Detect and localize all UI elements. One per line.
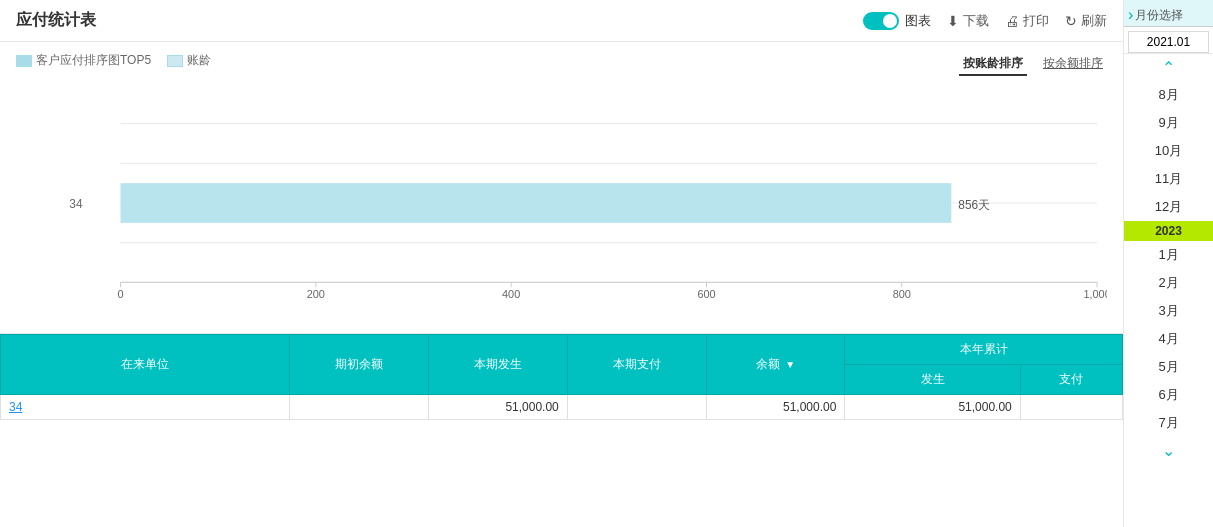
table-row: 34 51,000.00 51,000.00 51,000.00 (1, 395, 1123, 420)
sidebar-year-2023[interactable]: 2023 (1124, 221, 1213, 241)
download-icon: ⬇ (947, 13, 959, 29)
print-button[interactable]: 🖨 打印 (1005, 12, 1049, 30)
sidebar-month-3[interactable]: 3月 (1124, 297, 1213, 325)
cell-balance: 51,000.00 (706, 395, 845, 420)
chevron-right-icon: › (1128, 6, 1133, 24)
sidebar-month-1[interactable]: 1月 (1124, 241, 1213, 269)
legend-item-2: 账龄 (167, 52, 211, 69)
cell-unit[interactable]: 34 (1, 395, 290, 420)
chart-section: 客户应付排序图TOP5 账龄 按账龄排序 按余额排序 34 (0, 42, 1123, 333)
sidebar-nav: ⌃ 8月 9月 10月 11月 12月 2023 1月 2月 3月 4月 5月 … (1124, 54, 1213, 464)
svg-text:600: 600 (697, 288, 715, 300)
col-year-cumulative: 本年累计 (845, 335, 1123, 365)
svg-text:34: 34 (69, 197, 83, 211)
sidebar-month-9[interactable]: 9月 (1124, 109, 1213, 137)
sidebar-month-7[interactable]: 7月 (1124, 409, 1213, 437)
col-balance: 余额 ▼ (706, 335, 845, 395)
page-title: 应付统计表 (16, 10, 96, 31)
col-unit: 在来单位 (1, 335, 290, 395)
sidebar-month-12[interactable]: 12月 (1124, 193, 1213, 221)
sort-tab-balance[interactable]: 按余额排序 (1039, 53, 1107, 76)
chart-toggle-wrap: 图表 (863, 12, 931, 30)
sort-tabs: 按账龄排序 按余额排序 (959, 53, 1107, 76)
col-bp-pay: 本期支付 (567, 335, 706, 395)
legend-color-1 (16, 55, 32, 67)
svg-text:800: 800 (893, 288, 911, 300)
legend-item-1: 客户应付排序图TOP5 (16, 52, 151, 69)
cell-bp-pay (567, 395, 706, 420)
svg-text:400: 400 (502, 288, 520, 300)
sidebar: › 月份选择 ⌃ 8月 9月 10月 11月 12月 2023 1月 2月 3月… (1123, 0, 1213, 527)
table-section: 在来单位 期初余额 本期发生 本期支付 余额 ▼ 本年累计 发生 支付 (0, 333, 1123, 527)
sidebar-scroll[interactable]: ⌃ 8月 9月 10月 11月 12月 2023 1月 2月 3月 4月 5月 … (1124, 54, 1213, 527)
svg-text:856天: 856天 (958, 198, 990, 212)
refresh-icon: ↻ (1065, 13, 1077, 29)
chart-legend: 客户应付排序图TOP5 账龄 (16, 52, 211, 69)
col-bp-occur: 本期发生 (428, 335, 567, 395)
sidebar-month-11[interactable]: 11月 (1124, 165, 1213, 193)
sidebar-month-5[interactable]: 5月 (1124, 353, 1213, 381)
svg-text:0: 0 (117, 288, 123, 300)
cell-year-occur: 51,000.00 (845, 395, 1020, 420)
sidebar-month-4[interactable]: 4月 (1124, 325, 1213, 353)
cell-qc-balance (290, 395, 429, 420)
cell-year-pay (1020, 395, 1122, 420)
table-header-row-1: 在来单位 期初余额 本期发生 本期支付 余额 ▼ 本年累计 (1, 335, 1123, 365)
sidebar-month-6[interactable]: 6月 (1124, 381, 1213, 409)
sidebar-month-10[interactable]: 10月 (1124, 137, 1213, 165)
sort-tab-age[interactable]: 按账龄排序 (959, 53, 1027, 76)
chart-bar (121, 183, 952, 223)
chart-toggle[interactable] (863, 12, 899, 30)
data-table: 在来单位 期初余额 本期发生 本期支付 余额 ▼ 本年累计 发生 支付 (0, 334, 1123, 420)
download-button[interactable]: ⬇ 下载 (947, 12, 989, 30)
col-year-pay: 支付 (1020, 365, 1122, 395)
header-actions: 图表 ⬇ 下载 🖨 打印 ↻ 刷新 (863, 12, 1107, 30)
refresh-button[interactable]: ↻ 刷新 (1065, 12, 1107, 30)
col-year-occur: 发生 (845, 365, 1020, 395)
svg-text:200: 200 (307, 288, 325, 300)
col-qc-balance: 期初余额 (290, 335, 429, 395)
chart-svg: 34 856天 (66, 83, 1107, 323)
page-header: 应付统计表 图表 ⬇ 下载 🖨 打印 ↻ 刷新 (0, 0, 1123, 42)
legend-color-2 (167, 55, 183, 67)
scroll-up-arrow[interactable]: ⌃ (1124, 54, 1213, 81)
chart-area: 34 856天 (16, 83, 1107, 323)
cell-bp-occur: 51,000.00 (428, 395, 567, 420)
print-icon: 🖨 (1005, 13, 1019, 29)
year-input[interactable] (1128, 31, 1209, 53)
scroll-down-arrow[interactable]: ⌄ (1124, 437, 1213, 464)
sidebar-month-2[interactable]: 2月 (1124, 269, 1213, 297)
svg-text:1,000: 1,000 (1083, 288, 1107, 300)
chart-label: 图表 (905, 12, 931, 30)
sidebar-title: 月份选择 (1135, 7, 1183, 24)
sidebar-month-8[interactable]: 8月 (1124, 81, 1213, 109)
